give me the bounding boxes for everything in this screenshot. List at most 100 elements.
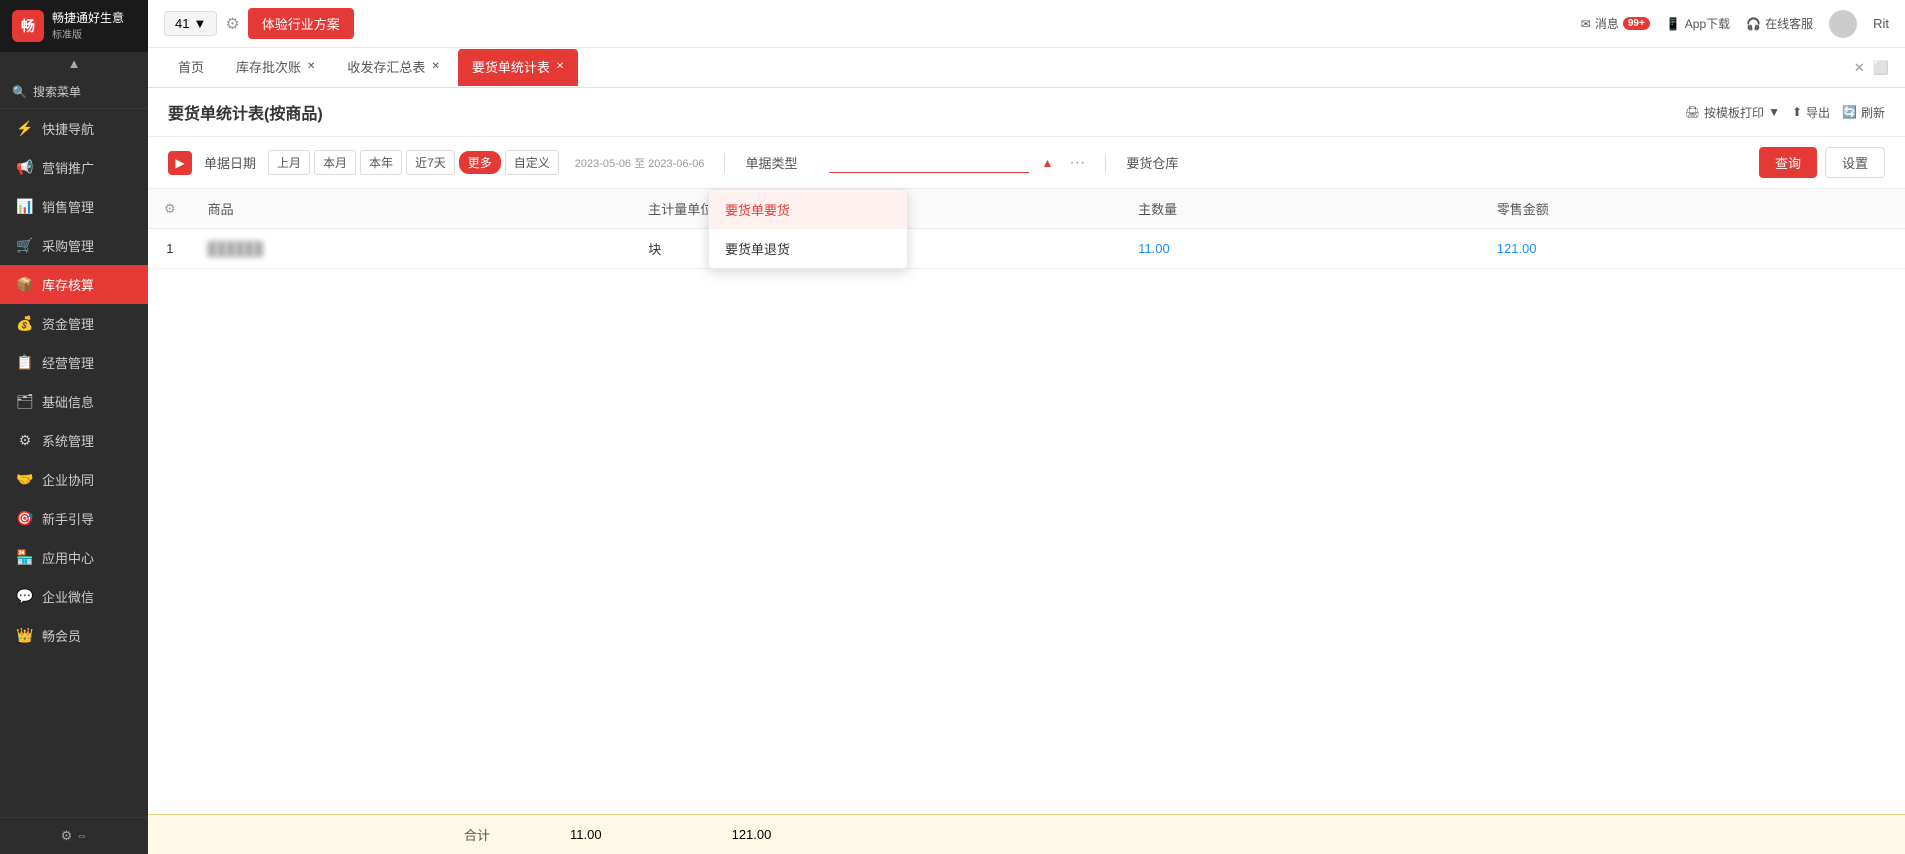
filter-bar: ▶ 单据日期 上月 本月 本年 近7天 更多 自定义 2023-05-06 至 … (148, 137, 1905, 189)
message-label: 消息 (1595, 15, 1619, 32)
collapse-icon: ⚙ (61, 828, 73, 844)
nav-icon-operation: 📋 (16, 354, 34, 372)
nav-label-inventory: 库存核算 (42, 275, 94, 294)
nav-label-quicknav: 快捷导航 (42, 119, 94, 138)
sidebar-item-member[interactable]: 👑 畅会员 (0, 616, 148, 655)
col-amount-header: 零售金额 (1481, 189, 1905, 229)
store-selector[interactable]: 41 ▼ (164, 11, 217, 36)
nav-icon-finance: 💰 (16, 315, 34, 333)
sidebar-item-marketing[interactable]: 📢 营销推广 (0, 148, 148, 187)
settings-button[interactable]: 设置 (1825, 147, 1885, 178)
gear-button[interactable]: ⚙ (225, 14, 239, 34)
sidebar-item-system[interactable]: ⚙ 系统管理 (0, 421, 148, 460)
more-btn[interactable]: 更多 (459, 151, 501, 174)
tab-order-stat-label: 要货单统计表 (472, 57, 550, 76)
window-expand-icon[interactable]: ⬜ (1873, 60, 1889, 76)
date-filter-label: 单据日期 (204, 153, 256, 172)
nav-label-enterprise: 企业协同 (42, 470, 94, 489)
nav-label-guide: 新手引导 (42, 509, 94, 528)
query-button[interactable]: 查询 (1759, 147, 1817, 178)
filter-right-actions: 查询 设置 (1759, 147, 1885, 178)
refresh-button[interactable]: 🔄 刷新 (1842, 104, 1885, 121)
online-service-action[interactable]: 🎧 在线客服 (1746, 15, 1813, 32)
nav-label-appstore: 应用中心 (42, 548, 94, 567)
custom-btn[interactable]: 自定义 (505, 150, 559, 175)
dropdown-arrow-icon: ▼ (193, 16, 206, 31)
message-icon: ✉ (1581, 17, 1591, 31)
sidebar-item-enterprise[interactable]: 🤝 企业协同 (0, 460, 148, 499)
sidebar-header: 畅 畅捷通好生意 标准版 (0, 0, 148, 52)
tab-batch[interactable]: 库存批次账 ✕ (222, 49, 329, 86)
tab-report[interactable]: 收发存汇总表 ✕ (333, 49, 453, 86)
sidebar-scroll-up[interactable]: ▲ (0, 52, 148, 75)
nav-label-system: 系统管理 (42, 431, 94, 450)
top-bar-right: ✉ 消息 99+ 📱 App下载 🎧 在线客服 Rit (1581, 10, 1889, 38)
table-footer: 合计 11.00 121.00 (148, 814, 1905, 854)
print-icon: 🖨 (1685, 105, 1700, 119)
expand-button[interactable]: ▶ (168, 151, 192, 175)
collapse-button[interactable]: ⚙ ⇔ (0, 817, 148, 854)
store-number: 41 (175, 16, 189, 31)
nav-label-operation: 经营管理 (42, 353, 94, 372)
tab-order-stat[interactable]: 要货单统计表 ✕ (458, 49, 578, 86)
col-qty-header: 主数量 (1122, 189, 1481, 229)
type-more-button[interactable]: ··· (1069, 154, 1085, 172)
this-month-btn[interactable]: 本月 (314, 150, 356, 175)
app-download-action[interactable]: 📱 App下载 (1666, 15, 1730, 32)
export-button[interactable]: ⬆ 导出 (1792, 104, 1830, 121)
tab-order-stat-close-icon[interactable]: ✕ (556, 61, 564, 72)
print-button[interactable]: 🖨 按模板打印 ▼ (1685, 104, 1780, 121)
dropdown-item-0[interactable]: 要货单要货 (709, 190, 907, 229)
last-7days-btn[interactable]: 近7天 (406, 150, 455, 175)
nav-label-basic: 基础信息 (42, 392, 94, 411)
tab-home-label: 首页 (178, 57, 204, 76)
nav-label-marketing: 营销推广 (42, 158, 94, 177)
tab-report-label: 收发存汇总表 (347, 57, 425, 76)
sidebar-item-operation[interactable]: 📋 经营管理 (0, 343, 148, 382)
row-product-0: ██████ (192, 229, 633, 269)
table-header-row: ⚙ 商品 主计量单位 主数量 零售金额 (148, 189, 1905, 229)
export-icon: ⬆ (1792, 105, 1802, 119)
nav-icon-enterprise: 🤝 (16, 471, 34, 489)
window-close-icon[interactable]: ✕ (1854, 60, 1865, 76)
sidebar-item-sales[interactable]: 📊 销售管理 (0, 187, 148, 226)
app-title: 畅捷通好生意 (52, 11, 124, 27)
type-filter-label: 单据类型 (745, 153, 797, 172)
dropdown-item-1[interactable]: 要货单退货 (709, 229, 907, 268)
nav-icon-inventory: 📦 (16, 276, 34, 294)
sidebar-item-finance[interactable]: 💰 资金管理 (0, 304, 148, 343)
this-year-btn[interactable]: 本年 (360, 150, 402, 175)
trial-button[interactable]: 体验行业方案 (248, 8, 354, 39)
sidebar-item-quicknav[interactable]: ⚡ 快捷导航 (0, 109, 148, 148)
nav-label-member: 畅会员 (42, 626, 81, 645)
message-badge: 99+ (1623, 17, 1650, 30)
tab-batch-close-icon[interactable]: ✕ (307, 61, 315, 72)
tab-report-close-icon[interactable]: ✕ (431, 61, 439, 72)
user-avatar[interactable] (1829, 10, 1857, 38)
type-filter-input[interactable] (829, 153, 1029, 173)
type-dropdown-arrow[interactable]: ▲ (1041, 156, 1053, 170)
search-menu[interactable]: 🔍 搜索菜单 (0, 75, 148, 109)
message-action[interactable]: ✉ 消息 99+ (1581, 15, 1650, 32)
sidebar-item-purchase[interactable]: 🛒 采购管理 (0, 226, 148, 265)
col-settings-header[interactable]: ⚙ (148, 189, 192, 229)
export-label: 导出 (1806, 104, 1830, 121)
headset-icon: 🎧 (1746, 17, 1761, 31)
nav-icon-guide: 🎯 (16, 510, 34, 528)
nav-icon-member: 👑 (16, 627, 34, 645)
sidebar-item-wechat[interactable]: 💬 企业微信 (0, 577, 148, 616)
footer-label: 合计 (464, 825, 490, 844)
sidebar-item-appstore[interactable]: 🏪 应用中心 (0, 538, 148, 577)
last-month-btn[interactable]: 上月 (268, 150, 310, 175)
header-actions: 🖨 按模板打印 ▼ ⬆ 导出 🔄 刷新 (1685, 104, 1885, 121)
footer-values: 11.00 121.00 (570, 827, 771, 842)
sidebar-item-basic[interactable]: 🗂 基础信息 (0, 382, 148, 421)
sidebar-item-guide[interactable]: 🎯 新手引导 (0, 499, 148, 538)
sidebar-item-inventory[interactable]: 📦 库存核算 (0, 265, 148, 304)
online-service-label: 在线客服 (1765, 15, 1813, 32)
page-title: 要货单统计表(按商品) (168, 100, 323, 124)
nav-icon-appstore: 🏪 (16, 549, 34, 567)
col-settings-icon[interactable]: ⚙ (164, 201, 176, 216)
nav-label-wechat: 企业微信 (42, 587, 94, 606)
tab-home[interactable]: 首页 (164, 49, 218, 86)
